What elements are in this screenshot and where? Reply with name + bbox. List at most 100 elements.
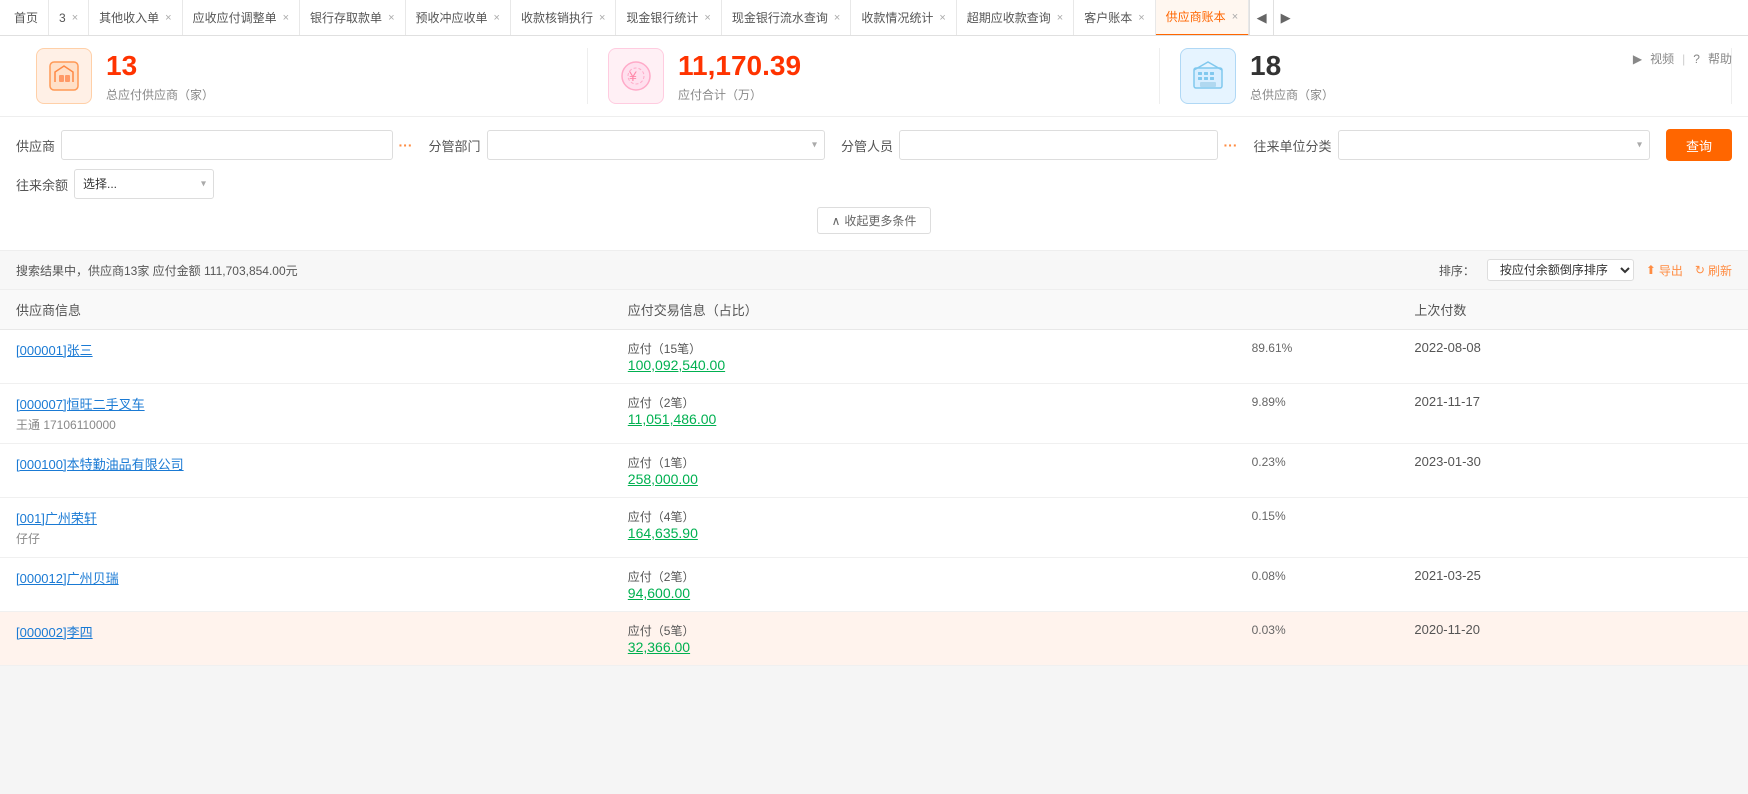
- nav-tab-cash-flow-label: 现金银行流水查询: [732, 9, 828, 26]
- nav-tab-customer-ledger[interactable]: 客户账本 ×: [1074, 0, 1155, 36]
- balance-select[interactable]: 选择...: [74, 169, 214, 199]
- data-table-wrapper: 供应商信息 应付交易信息（占比） 上次付数 [000001]张三应付（15笔）1…: [0, 290, 1748, 666]
- amount-link[interactable]: 32,366.00: [628, 639, 1208, 655]
- supplier-sub: 仔仔: [16, 530, 596, 547]
- nav-tab-3[interactable]: 3 ×: [49, 0, 89, 36]
- summary-row: 13 总应付供应商（家） ¥ 11,170.39 应付合计（万）: [0, 36, 1748, 117]
- video-link[interactable]: 视频: [1650, 50, 1674, 67]
- close-icon[interactable]: ×: [283, 12, 289, 24]
- supplier-sub: 王通 17106110000: [16, 416, 596, 433]
- sort-label: 排序：: [1439, 262, 1475, 279]
- supplier-info-cell: [001]广州荣轩仔仔: [0, 498, 612, 558]
- amount-link[interactable]: 11,051,486.00: [628, 411, 1208, 427]
- close-icon[interactable]: ×: [72, 12, 78, 24]
- help-icon: ?: [1693, 52, 1700, 66]
- ratio-cell: 0.03%: [1224, 612, 1399, 666]
- balance-select-wrapper: 选择... ▾: [74, 169, 214, 199]
- nav-tab-prepay-ar[interactable]: 预收冲应收单 ×: [406, 0, 511, 36]
- search-button[interactable]: 查询: [1666, 129, 1732, 161]
- summary-card-ap-total: ¥ 11,170.39 应付合计（万）: [588, 48, 1160, 104]
- supplier-ellipsis[interactable]: ···: [399, 137, 413, 153]
- collapse-button[interactable]: ∧ 收起更多条件: [817, 207, 932, 234]
- dept-select[interactable]: [487, 130, 825, 160]
- supplier-count-number: 13: [106, 49, 214, 83]
- supplier-link[interactable]: [001]广州荣轩: [16, 511, 97, 526]
- nav-tab-home[interactable]: 首页: [4, 0, 49, 36]
- nav-next-arrow[interactable]: ▶: [1273, 0, 1297, 36]
- close-icon[interactable]: ×: [388, 12, 394, 24]
- total-supplier-label: 总供应商（家）: [1250, 86, 1334, 103]
- close-icon[interactable]: ×: [1057, 12, 1063, 24]
- close-icon[interactable]: ×: [599, 12, 605, 24]
- supplier-count-content: 13 总应付供应商（家）: [106, 49, 214, 103]
- person-input[interactable]: [899, 130, 1217, 160]
- data-table: 供应商信息 应付交易信息（占比） 上次付数 [000001]张三应付（15笔）1…: [0, 290, 1748, 666]
- nav-tab-cash-bank-stat[interactable]: 现金银行统计 ×: [616, 0, 721, 36]
- tx-info-cell: 应付（1笔）258,000.00: [612, 444, 1224, 498]
- nav-tab-ar-ap-adjust[interactable]: 应收应付调整单 ×: [183, 0, 300, 36]
- close-icon[interactable]: ×: [1138, 12, 1144, 24]
- supplier-count-icon: [36, 48, 92, 104]
- filter-dept: 分管部门 ▾: [429, 130, 826, 160]
- filter-person: 分管人员 ···: [841, 130, 1238, 160]
- nav-tab-receipt-exec[interactable]: 收款核销执行 ×: [511, 0, 616, 36]
- filter-row-1: 供应商 ··· 分管部门 ▾ 分管人员 ··· 往来单位分类: [16, 129, 1732, 161]
- total-supplier-icon: [1180, 48, 1236, 104]
- supplier-link[interactable]: [000012]广州贝瑞: [16, 571, 119, 586]
- supplier-input[interactable]: [61, 130, 392, 160]
- export-icon: ⬆: [1646, 263, 1656, 277]
- nav-tab-customer-ledger-label: 客户账本: [1084, 9, 1132, 26]
- nav-tab-supplier-ledger[interactable]: 供应商账本 ×: [1156, 0, 1249, 36]
- tx-info-cell: 应付（5笔）32,366.00: [612, 612, 1224, 666]
- nav-tab-bank-deposit[interactable]: 银行存取款单 ×: [300, 0, 405, 36]
- nav-tab-receipt-stat-label: 收款情况统计: [861, 9, 933, 26]
- ratio-cell: 9.89%: [1224, 384, 1399, 444]
- last-payment-cell: 2020-11-20: [1398, 612, 1748, 666]
- total-supplier-content: 18 总供应商（家）: [1250, 49, 1334, 103]
- supplier-info-cell: [000002]李四: [0, 612, 612, 666]
- export-link[interactable]: ⬆ 导出: [1646, 262, 1683, 279]
- supplier-link[interactable]: [000007]恒旺二手叉车: [16, 397, 145, 412]
- nav-tab-prepay-ar-label: 预收冲应收单: [416, 9, 488, 26]
- filter-area: 供应商 ··· 分管部门 ▾ 分管人员 ··· 往来单位分类: [0, 117, 1748, 251]
- ap-total-content: 11,170.39 应付合计（万）: [678, 49, 801, 103]
- ratio-value: 89.61%: [1252, 341, 1293, 355]
- close-icon[interactable]: ×: [1232, 11, 1238, 23]
- amount-link[interactable]: 94,600.00: [628, 585, 1208, 601]
- category-select[interactable]: [1338, 130, 1650, 160]
- tx-label: 应付（5笔）: [628, 622, 1208, 639]
- supplier-link[interactable]: [000002]李四: [16, 625, 93, 640]
- nav-tab-cash-flow[interactable]: 现金银行流水查询 ×: [722, 0, 851, 36]
- filter-balance: 往来余额 选择... ▾: [16, 169, 214, 199]
- close-icon[interactable]: ×: [834, 12, 840, 24]
- nav-tab-other-income[interactable]: 其他收入单 ×: [89, 0, 182, 36]
- supplier-link[interactable]: [000100]本特勤油品有限公司: [16, 457, 184, 472]
- tx-label: 应付（4笔）: [628, 508, 1208, 525]
- table-row: [000012]广州贝瑞应付（2笔）94,600.000.08%2021-03-…: [0, 558, 1748, 612]
- supplier-link[interactable]: [000001]张三: [16, 343, 93, 358]
- amount-link[interactable]: 100,092,540.00: [628, 357, 1208, 373]
- nav-prev-arrow[interactable]: ◀: [1249, 0, 1273, 36]
- close-icon[interactable]: ×: [165, 12, 171, 24]
- ap-total-icon: ¥: [608, 48, 664, 104]
- refresh-link[interactable]: ↻ 刷新: [1695, 262, 1732, 279]
- sort-select[interactable]: 按应付余额倒序排序: [1487, 259, 1634, 281]
- ratio-cell: 89.61%: [1224, 330, 1399, 384]
- amount-link[interactable]: 164,635.90: [628, 525, 1208, 541]
- filter-category: 往来单位分类 ▾: [1254, 130, 1651, 160]
- collapse-row: ∧ 收起更多条件: [16, 207, 1732, 242]
- person-ellipsis[interactable]: ···: [1224, 137, 1238, 153]
- nav-tab-overdue-ar[interactable]: 超期应收款查询 ×: [957, 0, 1074, 36]
- help-link[interactable]: 帮助: [1708, 50, 1732, 67]
- tx-info-cell: 应付（2笔）11,051,486.00: [612, 384, 1224, 444]
- close-icon[interactable]: ×: [704, 12, 710, 24]
- table-body: [000001]张三应付（15笔）100,092,540.0089.61%202…: [0, 330, 1748, 666]
- table-row: [000007]恒旺二手叉车王通 17106110000应付（2笔）11,051…: [0, 384, 1748, 444]
- supplier-info-cell: [000007]恒旺二手叉车王通 17106110000: [0, 384, 612, 444]
- nav-tab-receipt-stat[interactable]: 收款情况统计 ×: [851, 0, 956, 36]
- result-text: 搜索结果中，供应商13家 应付金额 111,703,854.00元: [16, 262, 298, 279]
- amount-link[interactable]: 258,000.00: [628, 471, 1208, 487]
- close-icon[interactable]: ×: [939, 12, 945, 24]
- close-icon[interactable]: ×: [494, 12, 500, 24]
- dept-label: 分管部门: [429, 136, 481, 155]
